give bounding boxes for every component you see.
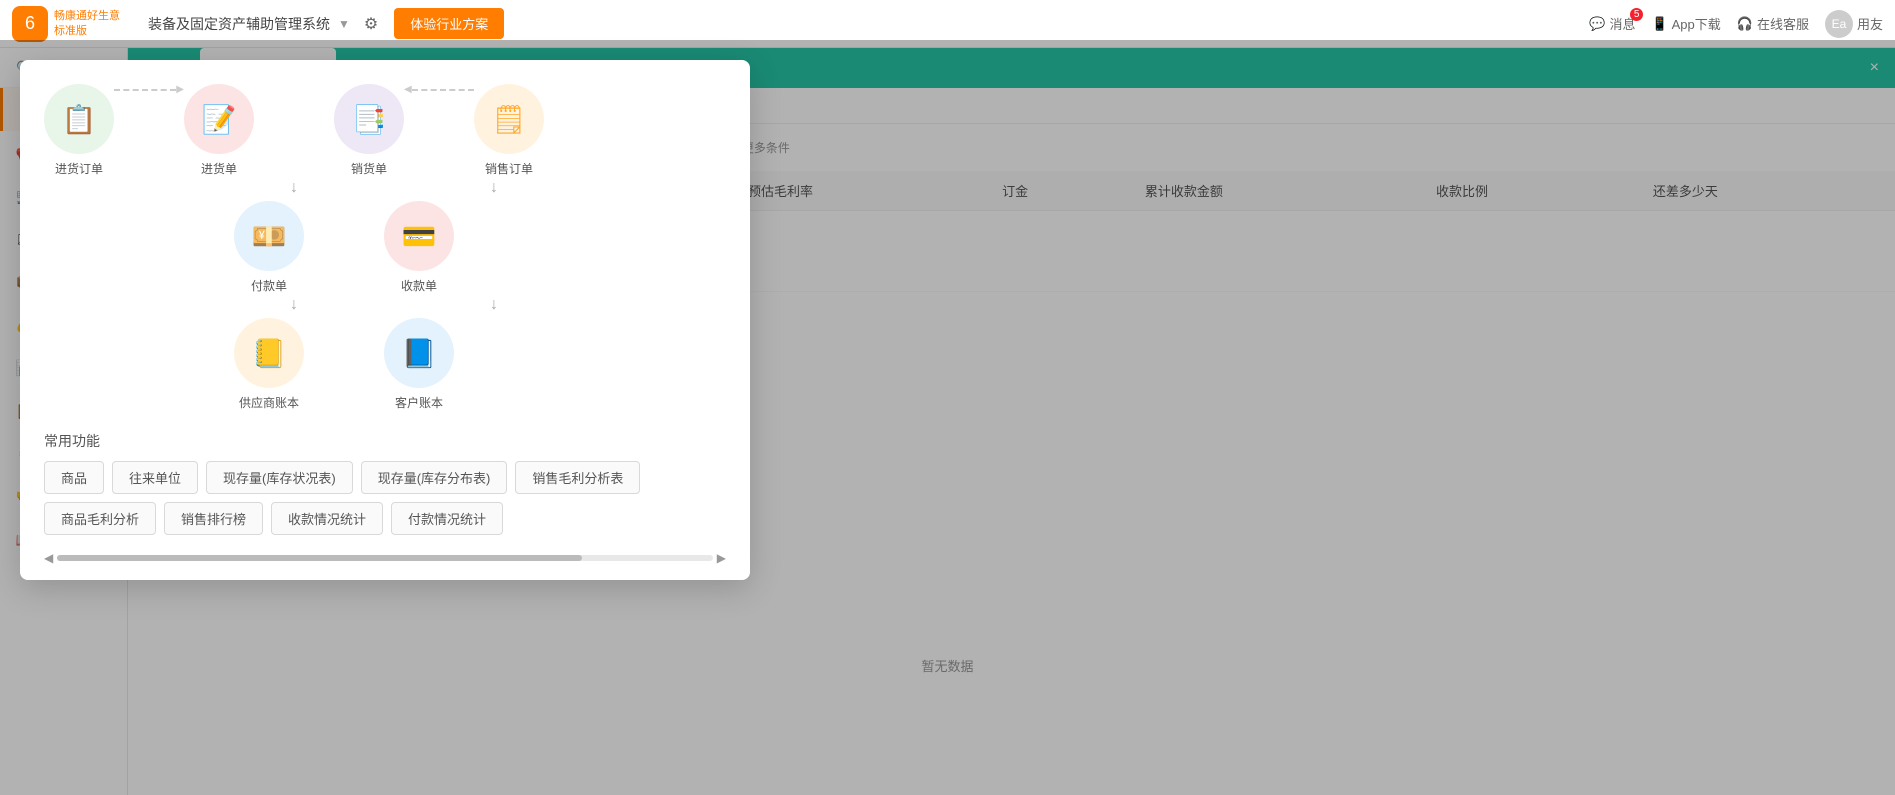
- app-container: 6 畅康通好生意 标准版 装备及固定资产辅助管理系统 ▼ ⚙ 体验行业方案 💬 …: [0, 0, 1895, 795]
- flow-row-1: 📋 进货订单 ▶: [128, 84, 544, 177]
- app-dropdown-icon[interactable]: ▼: [338, 17, 350, 31]
- down-arrow-purchase-bill: ↓: [234, 179, 354, 197]
- sales-order-icon: 🗒: [491, 103, 527, 136]
- receipt-label: 收款单: [401, 277, 437, 294]
- common-functions-title: 常用功能: [128, 431, 726, 451]
- trial-btn[interactable]: 体验行业方案: [394, 8, 504, 39]
- common-functions-section: 常用功能 商品往来单位现存量(库存状况表)现存量(库存分布表)销售毛利分析表商品…: [128, 431, 726, 535]
- flow-row-3: 📒 供应商账本 📘 客户账本: [128, 318, 454, 411]
- customer-label: 客户账本: [395, 394, 443, 411]
- content-area: 首页 销售订单执行表 × × ❓ 帮助 🖨: [128, 48, 1895, 795]
- down-arrow-payment: ↓: [234, 296, 354, 314]
- sales-order-label: 销售订单: [485, 160, 533, 177]
- customer-circle: 📘: [384, 318, 454, 388]
- arrow-right-icon-1: ▶: [176, 84, 184, 95]
- common-buttons-container: 商品往来单位现存量(库存状况表)现存量(库存分布表)销售毛利分析表商品毛利分析销…: [128, 461, 726, 535]
- app-download-btn[interactable]: 📱 App下载: [1651, 14, 1720, 33]
- flow-node-receipt[interactable]: 💳 收款单: [384, 201, 454, 294]
- app-title-area: 装备及固定资产辅助管理系统 ▼ ⚙: [148, 14, 378, 34]
- modal-overlay: 📋 进货订单 ▶: [128, 48, 1895, 795]
- down-arrow-sales-icon: ↓: [490, 179, 498, 197]
- sales-bill-label: 销货单: [351, 160, 387, 177]
- sales-bill-circle: 📑: [334, 84, 404, 154]
- modal-scrollbar: ◀ ▶: [128, 551, 726, 565]
- customer-icon: 📘: [402, 337, 437, 370]
- logo-text: 畅康通好生意 标准版: [54, 9, 120, 38]
- flow-section: 📋 进货订单 ▶: [128, 84, 726, 411]
- online-service-btn[interactable]: 🎧 在线客服: [1737, 14, 1809, 33]
- flow-node-payment[interactable]: 💴 付款单: [234, 201, 304, 294]
- message-badge: 5: [1630, 8, 1644, 21]
- flow-row-arrows2: ↓ ↓: [128, 296, 554, 314]
- arrow-left-icon-1: ◀: [404, 84, 412, 95]
- service-icon: 🎧: [1737, 16, 1753, 32]
- logo-icon: 6: [12, 6, 48, 42]
- flow-node-supplier-account[interactable]: 📒 供应商账本: [234, 318, 304, 411]
- down-arrow-purchase-icon: ↓: [290, 179, 298, 197]
- supplier-label: 供应商账本: [239, 394, 299, 411]
- online-service-label: 在线客服: [1757, 14, 1809, 33]
- supplier-circle: 📒: [234, 318, 304, 388]
- receipt-icon: 💳: [402, 220, 437, 253]
- scrollbar-track: [128, 555, 713, 561]
- logo-area: 6 畅康通好生意 标准版: [12, 6, 140, 42]
- down-arrow-receipt-icon: ↓: [490, 296, 498, 314]
- flow-node-customer-account[interactable]: 📘 客户账本: [384, 318, 454, 411]
- sales-order-circle: 🗒: [474, 84, 544, 154]
- flow-row-arrows: ↓ ↓: [128, 179, 554, 197]
- common-btn-现存量(库存分布表)[interactable]: 现存量(库存分布表): [361, 461, 508, 494]
- main-area: 🔍 搜索菜单 ⊞快捷导航📢营销推广🛒销售管理🛍采购管理📦库存核算💰资金管理📊经营…: [0, 48, 1895, 795]
- modal-dialog: 📋 进货订单 ▶: [128, 60, 750, 580]
- scrollbar-thumb: [128, 555, 582, 561]
- app-download-label: App下载: [1672, 14, 1721, 33]
- flow-node-sales-bill[interactable]: 📑 销货单: [334, 84, 404, 177]
- common-btn-商品毛利分析[interactable]: 商品毛利分析: [128, 502, 156, 535]
- payment-circle: 💴: [234, 201, 304, 271]
- down-arrow-sales-bill: ↓: [434, 179, 554, 197]
- flow-node-purchase-bill[interactable]: 📝 进货单: [184, 84, 254, 177]
- common-btn-销售毛利分析表[interactable]: 销售毛利分析表: [515, 461, 640, 494]
- flow-node-sales-order[interactable]: 🗒 销售订单: [474, 84, 544, 177]
- app-title-text: 装备及固定资产辅助管理系统: [148, 14, 330, 34]
- payment-icon: 💴: [252, 220, 287, 253]
- common-btn-往来单位[interactable]: 往来单位: [128, 461, 198, 494]
- user-btn[interactable]: Ea 用友: [1825, 10, 1883, 38]
- avatar: Ea: [1825, 10, 1853, 38]
- scroll-right-btn[interactable]: ▶: [717, 551, 726, 565]
- receipt-circle: 💳: [384, 201, 454, 271]
- purchase-bill-icon: 📝: [202, 103, 237, 136]
- purchase-bill-circle: 📝: [184, 84, 254, 154]
- sales-bill-icon: 📑: [352, 103, 387, 136]
- top-right: 💬 消息 5 📱 App下载 🎧 在线客服 Ea 用友: [1589, 10, 1883, 38]
- settings-icon[interactable]: ⚙: [364, 14, 378, 34]
- flow-arrow-left-1: ◀: [404, 84, 474, 115]
- common-btn-销售排行榜[interactable]: 销售排行榜: [164, 502, 263, 535]
- message-btn[interactable]: 💬 消息 5: [1589, 14, 1635, 33]
- message-icon: 💬: [1589, 16, 1605, 32]
- user-label: 用友: [1857, 14, 1883, 33]
- down-arrow-payment-icon: ↓: [290, 296, 298, 314]
- common-btn-付款情况统计[interactable]: 付款情况统计: [391, 502, 503, 535]
- flow-arrow-right-1: ▶: [128, 84, 184, 115]
- supplier-icon: 📒: [252, 337, 287, 370]
- payment-label: 付款单: [251, 277, 287, 294]
- download-icon: 📱: [1651, 16, 1667, 32]
- purchase-bill-label: 进货单: [201, 160, 237, 177]
- common-btn-现存量(库存状况表)[interactable]: 现存量(库存状况表): [206, 461, 353, 494]
- common-btn-收款情况统计[interactable]: 收款情况统计: [271, 502, 383, 535]
- flow-row-2: 💴 付款单 💳 收款单: [128, 201, 454, 294]
- down-arrow-receipt: ↓: [434, 296, 554, 314]
